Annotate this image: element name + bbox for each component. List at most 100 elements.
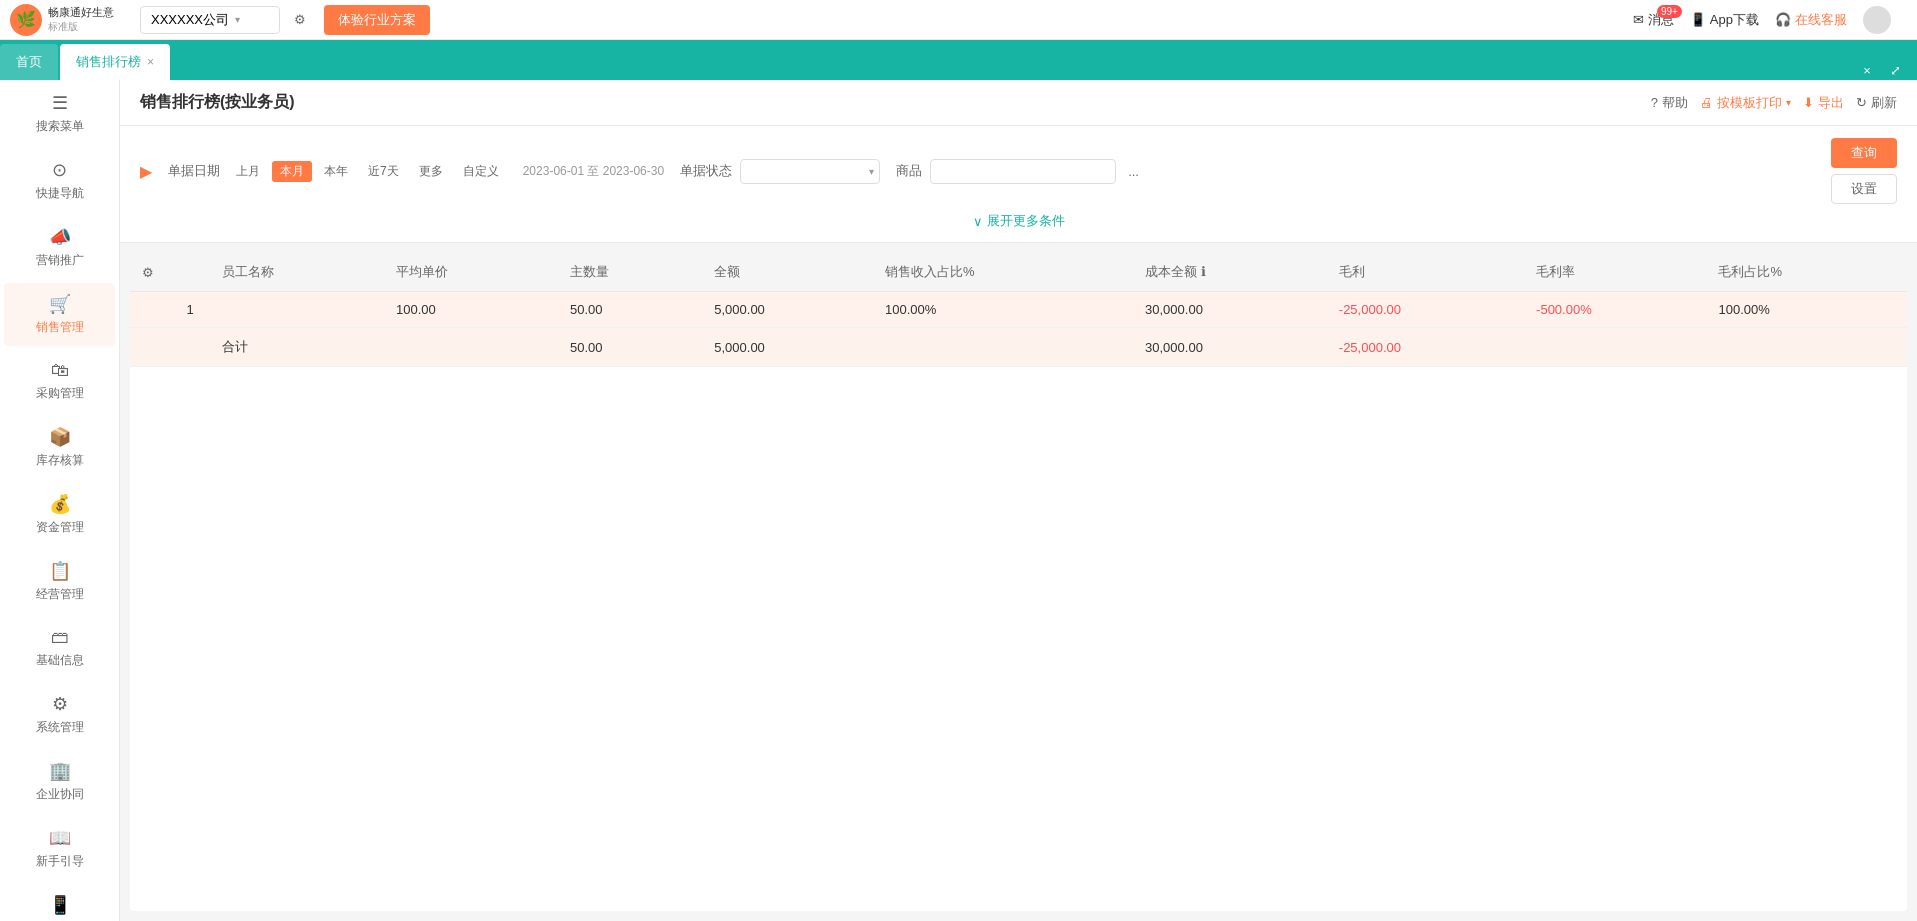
avatar[interactable]	[1863, 6, 1891, 34]
footer-profit-rate	[1524, 328, 1706, 367]
col-name: 员工名称	[210, 253, 384, 292]
export-button[interactable]: ⬇ 导出	[1803, 94, 1844, 112]
date-tab-prev-month[interactable]: 上月	[228, 161, 268, 182]
trial-button[interactable]: 体验行业方案	[324, 5, 430, 35]
cell-settings	[130, 292, 170, 328]
col-cost: 成本全额 ℹ	[1133, 253, 1327, 292]
window-expand-button[interactable]: ⤢	[1885, 60, 1905, 80]
sidebar-item-marketing[interactable]: 📣 营销推广	[4, 216, 115, 279]
sidebar-item-system[interactable]: ⚙ 系统管理	[4, 683, 115, 746]
cell-name	[210, 292, 384, 328]
col-avg-price: 平均单价	[384, 253, 558, 292]
filter-area: ▶ 单据日期 上月 本月 本年 近7天 更多 自定义 2023-06-01 至 …	[120, 126, 1917, 243]
help-button[interactable]: ? 帮助	[1651, 94, 1688, 112]
online-service-button[interactable]: 🎧 在线客服	[1775, 11, 1847, 29]
expand-more-button[interactable]: ∨ 展开更多条件	[140, 212, 1897, 230]
sidebar-item-sales[interactable]: 🛒 销售管理	[4, 283, 115, 346]
more-dots[interactable]: ...	[1124, 164, 1143, 179]
logo-text: 畅康通好生意	[48, 5, 114, 19]
content-area: 销售排行榜(按业务员) ? 帮助 🖨 按模板打印 ▾ ⬇ 导出 ↻ 刷新	[120, 80, 1917, 921]
sidebar-item-basic-info[interactable]: 🗃 基础信息	[4, 617, 115, 679]
app-center-icon: 📱	[49, 894, 71, 916]
date-tab-current-month[interactable]: 本月	[272, 161, 312, 182]
profit-rate-col-label: 毛利率	[1536, 264, 1575, 279]
enterprise-icon: 🏢	[49, 760, 71, 782]
footer-settings	[130, 328, 170, 367]
search-menu-icon: ☰	[52, 92, 68, 114]
col-amount: 全额	[702, 253, 873, 292]
refresh-button[interactable]: ↻ 刷新	[1856, 94, 1897, 112]
sidebar-item-label-operations: 经营管理	[36, 586, 84, 603]
qty-col-label: 主数量	[570, 264, 609, 279]
date-tab-7days[interactable]: 近7天	[360, 161, 407, 182]
footer-amount: 5,000.00	[702, 328, 873, 367]
home-tab-label: 首页	[16, 53, 42, 71]
table-container: ⚙ 员工名称 平均单价 主数量	[130, 253, 1907, 911]
goods-input[interactable]	[930, 159, 1116, 184]
sidebar-item-label-sales: 销售管理	[36, 319, 84, 336]
col-profit-rate: 毛利率	[1524, 253, 1706, 292]
col-profit: 毛利	[1327, 253, 1524, 292]
filter-row-1: ▶ 单据日期 上月 本月 本年 近7天 更多 自定义 2023-06-01 至 …	[140, 138, 1897, 204]
print-button[interactable]: 🖨 按模板打印 ▾	[1700, 94, 1791, 112]
date-tab-more[interactable]: 更多	[411, 161, 451, 182]
footer-rank	[170, 328, 210, 367]
status-select[interactable]	[740, 159, 880, 184]
sidebar-item-enterprise[interactable]: 🏢 企业协同	[4, 750, 115, 813]
sales-icon: 🛒	[49, 293, 71, 315]
settings-col-icon: ⚙	[142, 265, 154, 280]
rank-value: 1	[186, 302, 193, 317]
date-tab-custom[interactable]: 自定义	[455, 161, 507, 182]
window-expand-icon: ⤢	[1890, 63, 1901, 78]
sidebar-item-app-center[interactable]: 📱 应用中心	[4, 884, 115, 921]
cell-avg-price: 100.00	[384, 292, 558, 328]
sidebar-item-operations[interactable]: 📋 经营管理	[4, 550, 115, 613]
sales-pct-value: 100.00%	[885, 302, 936, 317]
footer-profit-value: -25,000.00	[1339, 340, 1401, 355]
sidebar-item-label-purchase: 采购管理	[36, 385, 84, 402]
query-button[interactable]: 查询	[1831, 138, 1897, 168]
date-tabs: 上月 本月 本年 近7天 更多 自定义	[228, 161, 507, 182]
col-settings[interactable]: ⚙	[130, 253, 170, 292]
refresh-icon: ↻	[1856, 95, 1867, 110]
inventory-icon: 📦	[49, 426, 71, 448]
tab-close-icon[interactable]: ×	[147, 55, 154, 69]
tab-sales-ranking[interactable]: 销售排行榜 ×	[60, 44, 170, 80]
tab-home[interactable]: 首页	[0, 44, 58, 80]
sidebar-item-finance[interactable]: 💰 资金管理	[4, 483, 115, 546]
profit-rate-value: -500.00%	[1536, 302, 1592, 317]
sales-pct-col-label: 销售收入占比%	[885, 264, 975, 279]
export-label: 导出	[1818, 94, 1844, 112]
topbar-settings-button[interactable]: ⚙	[286, 6, 314, 34]
basic-info-icon: 🗃	[51, 627, 69, 648]
refresh-label: 刷新	[1871, 94, 1897, 112]
filter-expand-arrow[interactable]: ▶	[140, 162, 152, 181]
page-actions: ? 帮助 🖨 按模板打印 ▾ ⬇ 导出 ↻ 刷新	[1651, 94, 1897, 112]
company-name: XXXXXX公司	[151, 11, 229, 29]
settings-button[interactable]: 设置	[1831, 174, 1897, 204]
gear-icon: ⚙	[294, 12, 306, 27]
top-right-actions: ✉ 消息 99+ 📱 App下载 🎧 在线客服	[1633, 6, 1907, 34]
sidebar: ☰ 搜索菜单 ⊙ 快捷导航 📣 营销推广 🛒 销售管理 🛍 采购管理 📦 库存核…	[0, 80, 120, 921]
amount-col-label: 全额	[714, 264, 740, 279]
sidebar-item-purchase[interactable]: 🛍 采购管理	[4, 350, 115, 412]
app-download-button[interactable]: 📱 App下载	[1690, 11, 1759, 29]
profit-value: -25,000.00	[1339, 302, 1401, 317]
sidebar-item-quick-nav[interactable]: ⊙ 快捷导航	[4, 149, 115, 212]
page-title: 销售排行榜(按业务员)	[140, 92, 295, 113]
main-layout: ☰ 搜索菜单 ⊙ 快捷导航 📣 营销推广 🛒 销售管理 🛍 采购管理 📦 库存核…	[0, 80, 1917, 921]
sidebar-item-guide[interactable]: 📖 新手引导	[4, 817, 115, 880]
date-tab-current-year[interactable]: 本年	[316, 161, 356, 182]
message-button[interactable]: ✉ 消息 99+	[1633, 11, 1674, 29]
window-close-icon: ×	[1863, 63, 1871, 78]
cell-qty: 50.00	[558, 292, 702, 328]
company-chevron-icon: ▾	[235, 14, 240, 25]
cell-profit-rate: -500.00%	[1524, 292, 1706, 328]
window-close-button[interactable]: ×	[1857, 60, 1877, 80]
logo-area: 🌿 畅康通好生意 标准版	[10, 4, 130, 36]
footer-cost-value: 30,000.00	[1145, 340, 1203, 355]
company-selector[interactable]: XXXXXX公司 ▾	[140, 6, 280, 34]
sidebar-item-inventory[interactable]: 📦 库存核算	[4, 416, 115, 479]
status-select-wrapper	[740, 159, 880, 184]
sidebar-item-search[interactable]: ☰ 搜索菜单	[4, 82, 115, 145]
